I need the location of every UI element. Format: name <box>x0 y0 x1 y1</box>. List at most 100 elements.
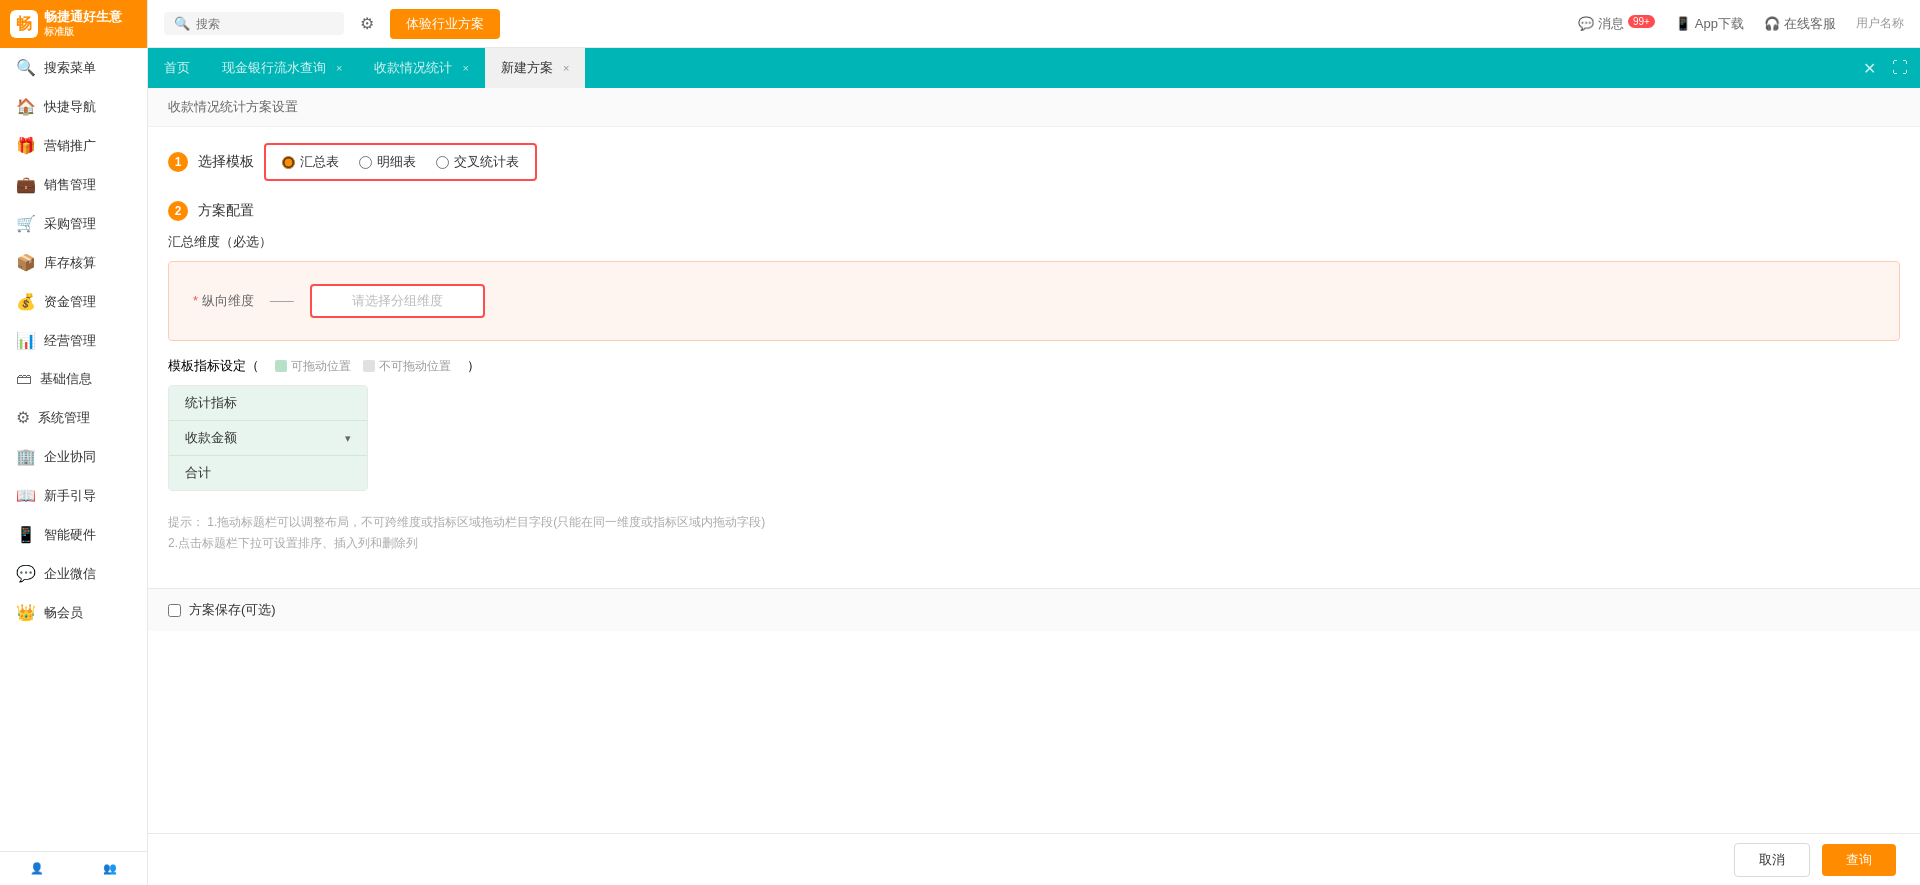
avatar-btn-1[interactable]: 👤 <box>0 852 74 885</box>
radio-summary[interactable]: 汇总表 <box>282 153 339 171</box>
sidebar-item-quicknav[interactable]: 🏠 快捷导航 <box>0 87 147 126</box>
search-box[interactable]: 🔍 <box>164 12 344 35</box>
sidebar-item-sales[interactable]: 💼 销售管理 <box>0 165 147 204</box>
legend-drag: 可拖动位置 <box>275 358 351 375</box>
step1-num: 1 <box>168 152 188 172</box>
sidebar-item-inventory[interactable]: 📦 库存核算 <box>0 243 147 282</box>
sidebar: 畅 畅捷通好生意 标准版 🔍 搜索菜单 🏠 快捷导航 🎁 营销推广 💼 销售管理… <box>0 0 148 885</box>
cancel-button[interactable]: 取消 <box>1734 843 1810 877</box>
notification-icon: 💬 <box>1578 16 1594 31</box>
step1-title: 选择模板 <box>198 153 254 171</box>
search-icon: 🔍 <box>16 58 36 77</box>
download-btn[interactable]: 📱 App下载 <box>1675 15 1744 33</box>
settings-icon[interactable]: ⚙ <box>360 14 374 33</box>
dimension-subsection: 汇总维度（必选） * 纵向维度 —— 请选择分组维度 <box>168 233 1900 341</box>
tab-receipts[interactable]: 收款情况统计 × <box>358 48 484 88</box>
sidebar-item-member[interactable]: 👑 畅会员 <box>0 593 147 632</box>
legend-nodrag-dot <box>363 360 375 372</box>
sidebar-item-label: 基础信息 <box>40 370 92 388</box>
sidebar-item-label: 采购管理 <box>44 215 96 233</box>
save-checkbox[interactable] <box>168 604 181 617</box>
sidebar-item-label: 经营管理 <box>44 332 96 350</box>
tab-home-label: 首页 <box>164 59 190 77</box>
phone-icon: 📱 <box>16 525 36 544</box>
sidebar-item-marketing[interactable]: 🎁 营销推广 <box>0 126 147 165</box>
metrics-legend: 可拖动位置 不可拖动位置 <box>275 358 451 375</box>
page-container: 收款情况统计方案设置 1 选择模板 汇总表 <box>148 88 1920 833</box>
tab-home[interactable]: 首页 <box>148 48 206 88</box>
sidebar-item-label: 系统管理 <box>38 409 90 427</box>
download-icon: 📱 <box>1675 16 1691 31</box>
dimension-select[interactable]: 请选择分组维度 <box>310 284 485 318</box>
radio-cross[interactable]: 交叉统计表 <box>436 153 519 171</box>
notification-badge: 99+ <box>1628 15 1655 28</box>
avatar-btn-2[interactable]: 👥 <box>74 852 148 885</box>
sidebar-item-enterprise[interactable]: 🏢 企业协同 <box>0 437 147 476</box>
save-section: 方案保存(可选) <box>148 588 1920 631</box>
dimension-label-text: 纵向维度 <box>202 293 254 308</box>
radio-summary-input[interactable] <box>282 156 295 169</box>
sidebar-item-label: 企业协同 <box>44 448 96 466</box>
save-label[interactable]: 方案保存(可选) <box>189 601 276 619</box>
sidebar-item-system[interactable]: ⚙ 系统管理 <box>0 398 147 437</box>
chat-icon: 💬 <box>16 564 36 583</box>
sidebar-item-label: 营销推广 <box>44 137 96 155</box>
legend-drag-dot <box>275 360 287 372</box>
cart-icon: 🛒 <box>16 214 36 233</box>
main-area: 🔍 ⚙ 体验行业方案 💬 消息 99+ 📱 App下载 🎧 在线客服 用户名称 … <box>148 0 1920 885</box>
radio-detail[interactable]: 明细表 <box>359 153 416 171</box>
sidebar-item-finance[interactable]: 💰 资金管理 <box>0 282 147 321</box>
tab-receipts-close[interactable]: × <box>462 62 468 74</box>
sidebar-item-hardware[interactable]: 📱 智能硬件 <box>0 515 147 554</box>
chevron-down-icon[interactable]: ▾ <box>345 432 351 445</box>
legend-nodrag-label: 不可拖动位置 <box>379 358 451 375</box>
hint-section: 提示： 1.拖动标题栏可以调整布局，不可跨维度或指标区域拖动栏目字段(只能在同一… <box>168 514 1900 552</box>
sidebar-bottom: 👤 👥 <box>0 851 147 885</box>
sidebar-item-basic[interactable]: 🗃 基础信息 <box>0 360 147 398</box>
sidebar-item-purchase[interactable]: 🛒 采购管理 <box>0 204 147 243</box>
template-options-box: 汇总表 明细表 交叉统计表 <box>264 143 537 181</box>
home-icon: 🏠 <box>16 97 36 116</box>
legend-nodrag: 不可拖动位置 <box>363 358 451 375</box>
sidebar-item-label: 销售管理 <box>44 176 96 194</box>
money-icon: 💰 <box>16 292 36 311</box>
dimension-title-text: 汇总维度（必选） <box>168 234 272 249</box>
metrics-table: 统计指标 收款金额 ▾ 合计 <box>168 385 368 491</box>
service-btn[interactable]: 🎧 在线客服 <box>1764 15 1836 33</box>
notification-btn[interactable]: 💬 消息 99+ <box>1578 15 1655 33</box>
download-label: App下载 <box>1695 15 1744 33</box>
query-button[interactable]: 查询 <box>1822 844 1896 876</box>
required-mark: * <box>193 293 198 308</box>
radio-cross-input[interactable] <box>436 156 449 169</box>
sidebar-item-newguide[interactable]: 📖 新手引导 <box>0 476 147 515</box>
tab-newplan[interactable]: 新建方案 × <box>485 48 585 88</box>
tab-newplan-label: 新建方案 <box>501 59 553 77</box>
trial-button[interactable]: 体验行业方案 <box>390 9 500 39</box>
briefcase-icon: 💼 <box>16 175 36 194</box>
logo-text: 畅捷通好生意 <box>44 9 122 25</box>
radio-detail-input[interactable] <box>359 156 372 169</box>
sidebar-item-label: 新手引导 <box>44 487 96 505</box>
service-label: 在线客服 <box>1784 15 1836 33</box>
step2-section: 2 方案配置 汇总维度（必选） * 纵向维度 <box>168 201 1900 552</box>
sidebar-logo: 畅 畅捷通好生意 标准版 <box>0 0 147 48</box>
hint-text-2: 2.点击标题栏下拉可设置排序、插入列和删除列 <box>168 535 1900 552</box>
sidebar-item-search[interactable]: 🔍 搜索菜单 <box>0 48 147 87</box>
metrics-section-label-end: ） <box>467 357 480 375</box>
tab-close-all-icon[interactable]: ✕ <box>1859 55 1880 82</box>
dimension-arrow: —— <box>270 294 294 308</box>
footer: 取消 查询 <box>148 833 1920 885</box>
service-icon: 🎧 <box>1764 16 1780 31</box>
radio-summary-label: 汇总表 <box>300 153 339 171</box>
metrics-table-total: 合计 <box>169 456 367 490</box>
tab-expand-icon[interactable]: ⛶ <box>1888 55 1912 81</box>
sidebar-item-label: 畅会员 <box>44 604 83 622</box>
metrics-table-row[interactable]: 收款金额 ▾ <box>169 421 367 456</box>
tabbar: 首页 现金银行流水查询 × 收款情况统计 × 新建方案 × ✕ ⛶ <box>148 48 1920 88</box>
search-input[interactable] <box>196 17 316 31</box>
tab-bank[interactable]: 现金银行流水查询 × <box>206 48 358 88</box>
sidebar-item-wechat[interactable]: 💬 企业微信 <box>0 554 147 593</box>
sidebar-item-operation[interactable]: 📊 经营管理 <box>0 321 147 360</box>
tab-newplan-close[interactable]: × <box>563 62 569 74</box>
tab-bank-close[interactable]: × <box>336 62 342 74</box>
